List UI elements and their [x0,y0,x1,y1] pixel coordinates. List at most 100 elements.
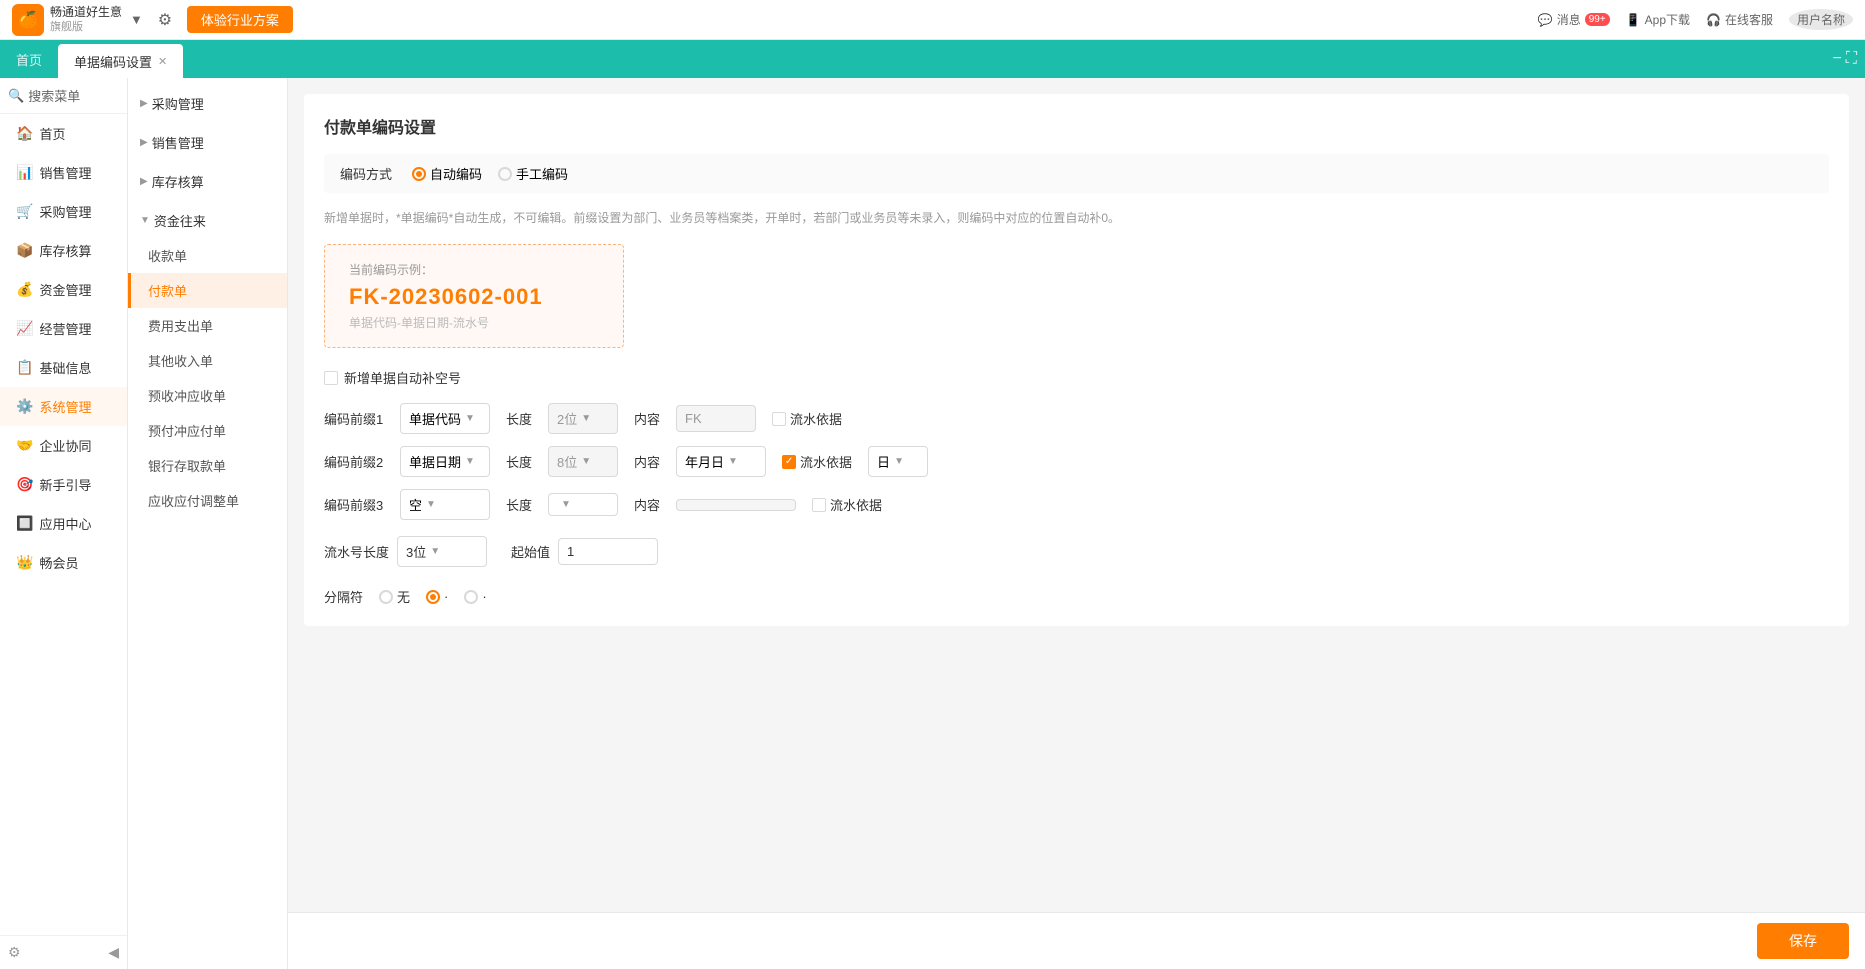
serial1-checkbox[interactable]: 流水依据 [772,409,842,428]
code-preview: 当前编码示例： FK-20230602-001 单据代码-单据日期-流水号 [324,244,624,348]
apps-icon: 🔲 [16,515,33,532]
sidebar-item-apps[interactable]: 🔲 应用中心 [0,504,127,543]
sec-item-payment[interactable]: 付款单 [128,273,287,308]
day-select-arrow: ▼ [894,456,904,467]
sidebar-item-home[interactable]: 🏠 首页 [0,114,127,153]
save-button[interactable]: 保存 [1757,923,1849,959]
prefix2-select[interactable]: 单据日期 ▼ [400,446,490,477]
sec-group-capital-header[interactable]: ▼ 资金往来 [128,203,287,238]
settings-bottom-button[interactable]: ⚙ [8,944,21,961]
separator-dot-radio[interactable]: · [426,589,448,604]
prefix3-select[interactable]: 空 ▼ [400,489,490,520]
sidebar-search[interactable]: 🔍 搜索菜单 [0,78,127,114]
sec-item-other-income[interactable]: 其他收入单 [128,343,287,378]
prefix1-select[interactable]: 单据代码 ▼ [400,403,490,434]
sidebar-item-purchase[interactable]: 🛒 采购管理 [0,192,127,231]
sidebar-item-sales[interactable]: 📊 销售管理 [0,153,127,192]
topbar: 🍊 畅通道好生意 旗舰版 ▼ ⚙ 体验行业方案 💬 消息 99+ 📱 App下载… [0,0,1865,40]
app-download-button[interactable]: 📱 App下载 [1626,11,1690,28]
form-rows: 编码前缀1 单据代码 ▼ 长度 2位 ▼ 内容 FK [324,403,1829,520]
sec-group-inventory-header[interactable]: ▶ 库存核算 [128,164,287,199]
serial-length-select[interactable]: 3位 ▼ [397,536,487,567]
auto-fill-checkbox[interactable] [324,371,338,385]
system-icon: ⚙️ [16,398,33,415]
settings-button[interactable]: ⚙ [151,6,179,34]
auto-code-radio[interactable]: 自动编码 [412,164,482,183]
tab-home-label: 首页 [16,50,42,69]
preview-sub: 单据代码-单据日期-流水号 [349,314,599,331]
manual-code-radio[interactable]: 手工编码 [498,164,568,183]
start-value-field: 起始值 [511,538,658,565]
enterprise-icon: 🤝 [16,437,33,454]
page-title: 付款单编码设置 [324,114,1829,138]
tab-minimize-button[interactable]: − [1832,50,1841,68]
logo: 🍊 畅通道好生意 旗舰版 [12,4,122,36]
separator-row: 分隔符 无 · · [324,587,1829,606]
user-avatar[interactable]: 用户名称 [1789,9,1853,30]
sec-item-prepay-receivable[interactable]: 预收冲应收单 [128,378,287,413]
sec-group-purchase-header[interactable]: ▶ 采购管理 [128,86,287,121]
member-icon: 👑 [16,554,33,571]
sec-item-prepay-payable[interactable]: 预付冲应付单 [128,413,287,448]
length2-select[interactable]: 8位 ▼ [548,446,618,477]
sec-group-sales: ▶ 销售管理 [128,125,287,160]
length1-select[interactable]: 2位 ▼ [548,403,618,434]
length3-label: 长度 [506,495,532,514]
sidebar-item-finance[interactable]: 💰 资金管理 [0,270,127,309]
app-icon: 📱 [1626,13,1641,27]
tab-home[interactable]: 首页 [0,40,58,78]
chevron-right-icon-2: ▶ [140,137,148,148]
length3-select-arrow: ▼ [561,499,571,510]
sec-item-expense[interactable]: 费用支出单 [128,308,287,343]
sec-group-sales-header[interactable]: ▶ 销售管理 [128,125,287,160]
service-icon: 🎧 [1706,13,1721,27]
message-button[interactable]: 💬 消息 99+ [1538,11,1610,28]
sidebar-item-management[interactable]: 📈 经营管理 [0,309,127,348]
dropdown-arrow[interactable]: ▼ [130,12,143,27]
sec-group-purchase: ▶ 采购管理 [128,86,287,121]
basic-info-icon: 📋 [16,359,33,376]
tab-close-icon[interactable]: ✕ [158,55,167,68]
sidebar: 🔍 搜索菜单 🏠 首页 📊 销售管理 🛒 采购管理 📦 库存核算 💰 资金管理 … [0,78,128,969]
sec-item-adjustment[interactable]: 应收应付调整单 [128,483,287,518]
topbar-left: 🍊 畅通道好生意 旗舰版 ▼ ⚙ 体验行业方案 [12,4,293,36]
separator-dash-radio-circle [464,590,478,604]
sec-item-receipt[interactable]: 收款单 [128,238,287,273]
prefix2-row: 编码前缀2 单据日期 ▼ 长度 8位 ▼ 内容 年月日 [324,446,1829,477]
separator-dash-radio[interactable]: · [464,589,486,604]
secondary-sidebar: ▶ 采购管理 ▶ 销售管理 ▶ 库存核算 ▼ 资金往来 收款单 付款单 费用支出… [128,78,288,969]
start-value-input[interactable] [558,538,658,565]
trial-button[interactable]: 体验行业方案 [187,6,293,33]
length3-select[interactable]: ▼ [548,493,618,516]
tab-encoding-settings[interactable]: 单据编码设置 ✕ [58,44,183,78]
prefix1-row: 编码前缀1 单据代码 ▼ 长度 2位 ▼ 内容 FK [324,403,1829,434]
length2-select-arrow: ▼ [581,456,591,467]
sales-icon: 📊 [16,164,33,181]
serial2-checkbox[interactable]: ✓ 流水依据 [782,452,852,471]
sidebar-item-basic-info[interactable]: 📋 基础信息 [0,348,127,387]
sidebar-item-guide[interactable]: 🎯 新手引导 [0,465,127,504]
separator-none-radio[interactable]: 无 [379,587,410,606]
serial2-checkbox-box: ✓ [782,455,796,469]
serial3-checkbox-box [812,498,826,512]
separator-label: 分隔符 [324,587,363,606]
tab-maximize-button[interactable]: ⛶ [1846,50,1857,68]
preview-label: 当前编码示例： [349,261,599,278]
sidebar-item-enterprise[interactable]: 🤝 企业协同 [0,426,127,465]
serial1-checkbox-box [772,412,786,426]
collapse-button[interactable]: ◀ [108,944,119,961]
auto-code-radio-circle [412,167,426,181]
sec-group-inventory: ▶ 库存核算 [128,164,287,199]
sidebar-item-member[interactable]: 👑 畅会员 [0,543,127,582]
sidebar-item-system[interactable]: ⚙️ 系统管理 [0,387,127,426]
serial-length-label: 流水号长度 [324,542,389,561]
day-select[interactable]: 日 ▼ [868,446,928,477]
serial3-checkbox[interactable]: 流水依据 [812,495,882,514]
content2-select[interactable]: 年月日 ▼ [676,446,766,477]
serial-row: 流水号长度 3位 ▼ 起始值 [324,536,1829,567]
sec-item-bank[interactable]: 银行存取款单 [128,448,287,483]
service-button[interactable]: 🎧 在线客服 [1706,11,1773,28]
sidebar-item-inventory[interactable]: 📦 库存核算 [0,231,127,270]
guide-icon: 🎯 [16,476,33,493]
sec-group-capital: ▼ 资金往来 收款单 付款单 费用支出单 其他收入单 预收冲应收单 预付冲应付单… [128,203,287,518]
